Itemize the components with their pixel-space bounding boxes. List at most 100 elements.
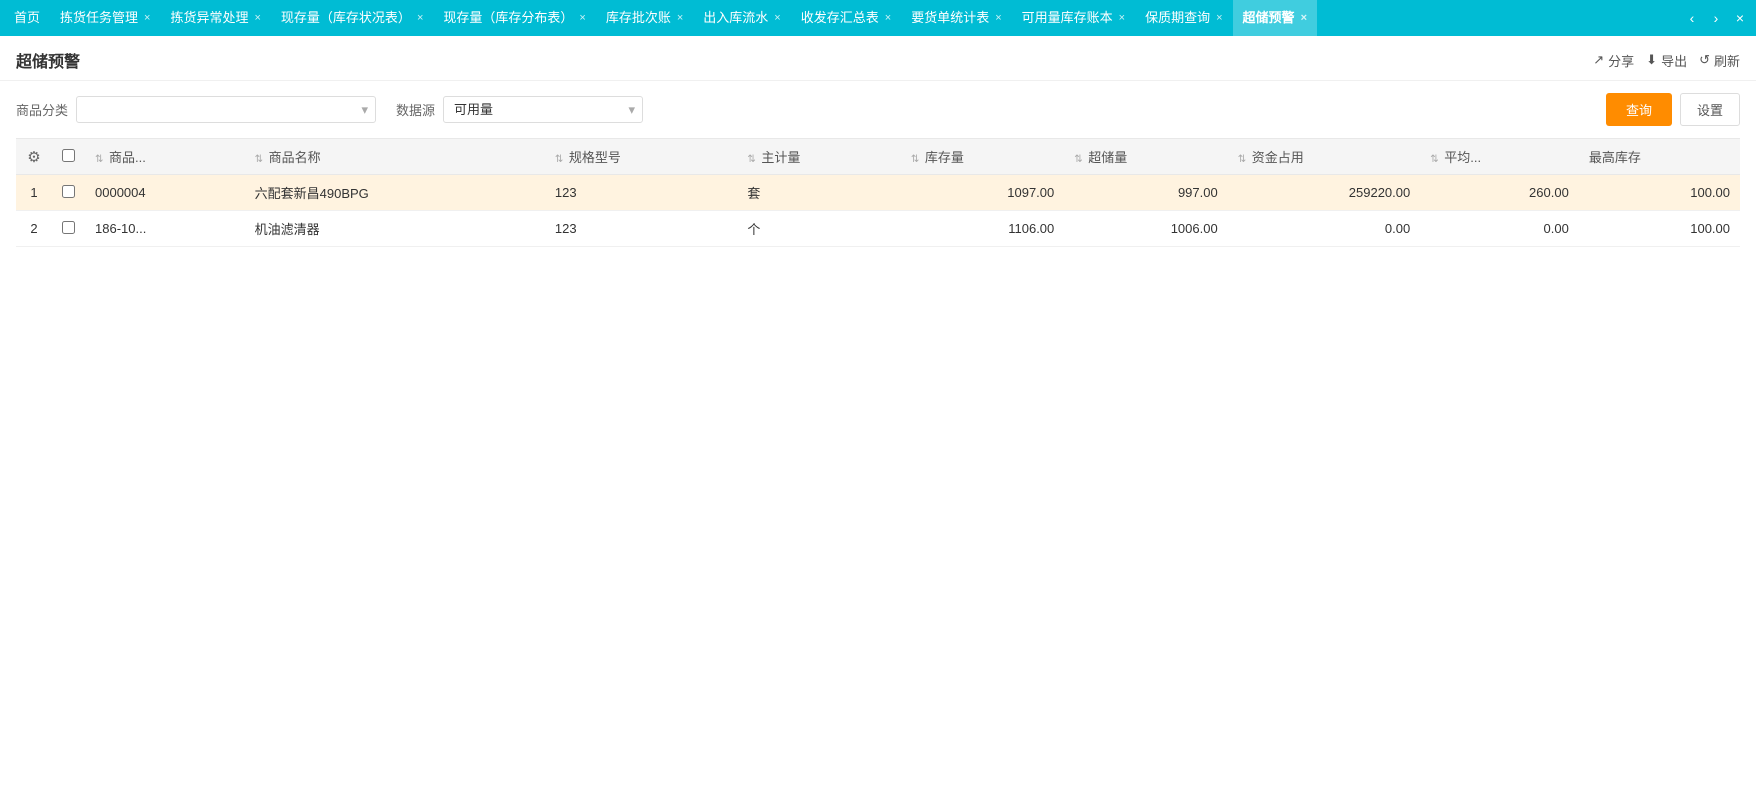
row-unit-0: 套 [737,175,900,211]
col-unit: ⇅ 主计量 [737,139,900,175]
datasource-select-wrapper: 可用量 库存量 [443,96,643,123]
nav-more-button[interactable]: × [1728,0,1752,36]
nav-item-home[interactable]: 首页 [4,0,50,36]
share-button[interactable]: ↗ 分享 [1593,51,1634,70]
nav-label-4: 现存量（库存分布表） [443,0,573,36]
nav-close-6[interactable]: × [774,0,780,36]
row-checkbox-1 [52,211,85,247]
row-capital-1: 0.00 [1228,211,1421,247]
refresh-button[interactable]: ↺ 刷新 [1699,51,1740,70]
nav-close-1[interactable]: × [144,0,150,36]
export-icon: ⬇ [1646,52,1657,68]
col-over-storage: ⇅ 超储量 [1064,139,1227,175]
datasource-select[interactable]: 可用量 库存量 [443,96,643,123]
row-index-1: 2 [16,211,52,247]
nav-label-2: 拣货异常处理 [170,0,248,36]
nav-item-3[interactable]: 现存量（库存状况表） × [271,0,433,36]
row-stock-0: 1097.00 [901,175,1064,211]
sort-icon-capital[interactable]: ⇅ [1238,154,1246,165]
col-max-stock: 最高库存 [1579,139,1740,175]
col-label-spec: 规格型号 [569,150,621,165]
table-body: 1 0000004 六配套新昌490BPG 123 套 1097.00 997.… [16,175,1740,247]
row-select-0[interactable] [62,185,75,198]
settings-button[interactable]: 设置 [1680,93,1740,126]
select-all-checkbox[interactable] [62,149,75,162]
refresh-label: 刷新 [1714,51,1740,70]
sort-icon-name[interactable]: ⇅ [255,154,263,165]
sort-icon-stock[interactable]: ⇅ [911,154,919,165]
col-avg: ⇅ 平均... [1420,139,1579,175]
nav-item-9[interactable]: 可用量库存账本 × [1012,0,1135,36]
nav-item-6[interactable]: 出入库流水 × [693,0,790,36]
nav-next-button[interactable]: › [1704,0,1728,36]
row-over-storage-1: 1006.00 [1064,211,1227,247]
col-label-capital: 资金占用 [1252,150,1304,165]
col-spec: ⇅ 规格型号 [545,139,738,175]
col-label-name: 商品名称 [269,150,321,165]
nav-close-2[interactable]: × [254,0,260,36]
nav-close-9[interactable]: × [1119,0,1125,36]
filter-datasource: 数据源 可用量 库存量 [396,96,643,123]
row-max-stock-0: 100.00 [1579,175,1740,211]
category-select[interactable] [76,96,376,123]
col-label-unit: 主计量 [761,150,800,165]
nav-close-8[interactable]: × [995,0,1001,36]
export-button[interactable]: ⬇ 导出 [1646,51,1687,70]
table-container: ⚙ ⇅ 商品... ⇅ 商品名称 ⇅ 规格型号 [0,138,1756,247]
table-header-row: ⚙ ⇅ 商品... ⇅ 商品名称 ⇅ 规格型号 [16,139,1740,175]
gear-button[interactable]: ⚙ [27,148,40,166]
col-label-code: 商品... [109,150,146,165]
table-row: 2 186-10... 机油滤清器 123 个 1106.00 1006.00 … [16,211,1740,247]
nav-item-8[interactable]: 要货单统计表 × [901,0,1011,36]
nav-item-2[interactable]: 拣货异常处理 × [160,0,270,36]
nav-label-1: 拣货任务管理 [60,0,138,36]
nav-close-10[interactable]: × [1216,0,1222,36]
row-over-storage-0: 997.00 [1064,175,1227,211]
nav-label-11: 超储预警 [1243,0,1295,36]
filter-area: 商品分类 数据源 可用量 库存量 查询 设置 [0,81,1756,138]
row-name-0: 六配套新昌490BPG [245,175,545,211]
nav-item-7[interactable]: 收发存汇总表 × [791,0,901,36]
nav-item-5[interactable]: 库存批次账 × [596,0,693,36]
sort-icon-avg[interactable]: ⇅ [1430,154,1438,165]
col-product-name: ⇅ 商品名称 [245,139,545,175]
table-row: 1 0000004 六配套新昌490BPG 123 套 1097.00 997.… [16,175,1740,211]
nav-label-9: 可用量库存账本 [1022,0,1113,36]
row-spec-0: 123 [545,175,738,211]
query-button[interactable]: 查询 [1606,93,1672,126]
sort-icon-over[interactable]: ⇅ [1074,154,1082,165]
filter-actions: 查询 设置 [1606,93,1740,126]
nav-label-5: 库存批次账 [606,0,671,36]
nav-close-11[interactable]: × [1301,0,1307,36]
nav-prev-button[interactable]: ‹ [1680,0,1704,36]
row-spec-1: 123 [545,211,738,247]
nav-item-1[interactable]: 拣货任务管理 × [50,0,160,36]
nav-item-4[interactable]: 现存量（库存分布表） × [433,0,595,36]
row-checkbox-0 [52,175,85,211]
category-label: 商品分类 [16,100,68,119]
row-unit-1: 个 [737,211,900,247]
sort-icon-spec[interactable]: ⇅ [555,154,563,165]
nav-arrows: ‹ › × [1680,0,1752,36]
nav-close-5[interactable]: × [677,0,683,36]
sort-icon-unit[interactable]: ⇅ [747,154,755,165]
col-label-avg: 平均... [1444,150,1481,165]
col-checkbox [52,139,85,175]
nav-label-home: 首页 [14,0,40,36]
datasource-label: 数据源 [396,100,435,119]
row-avg-1: 0.00 [1420,211,1579,247]
nav-close-4[interactable]: × [579,0,585,36]
col-label-stock: 库存量 [925,150,964,165]
nav-label-8: 要货单统计表 [911,0,989,36]
refresh-icon: ↺ [1699,52,1710,68]
sort-icon-code[interactable]: ⇅ [95,154,103,165]
col-label-over: 超储量 [1088,150,1127,165]
nav-label-7: 收发存汇总表 [801,0,879,36]
share-label: 分享 [1608,51,1634,70]
nav-item-11[interactable]: 超储预警 × [1233,0,1317,36]
nav-close-3[interactable]: × [417,0,423,36]
row-select-1[interactable] [62,221,75,234]
nav-item-10[interactable]: 保质期查询 × [1135,0,1232,36]
row-capital-0: 259220.00 [1228,175,1421,211]
nav-close-7[interactable]: × [885,0,891,36]
